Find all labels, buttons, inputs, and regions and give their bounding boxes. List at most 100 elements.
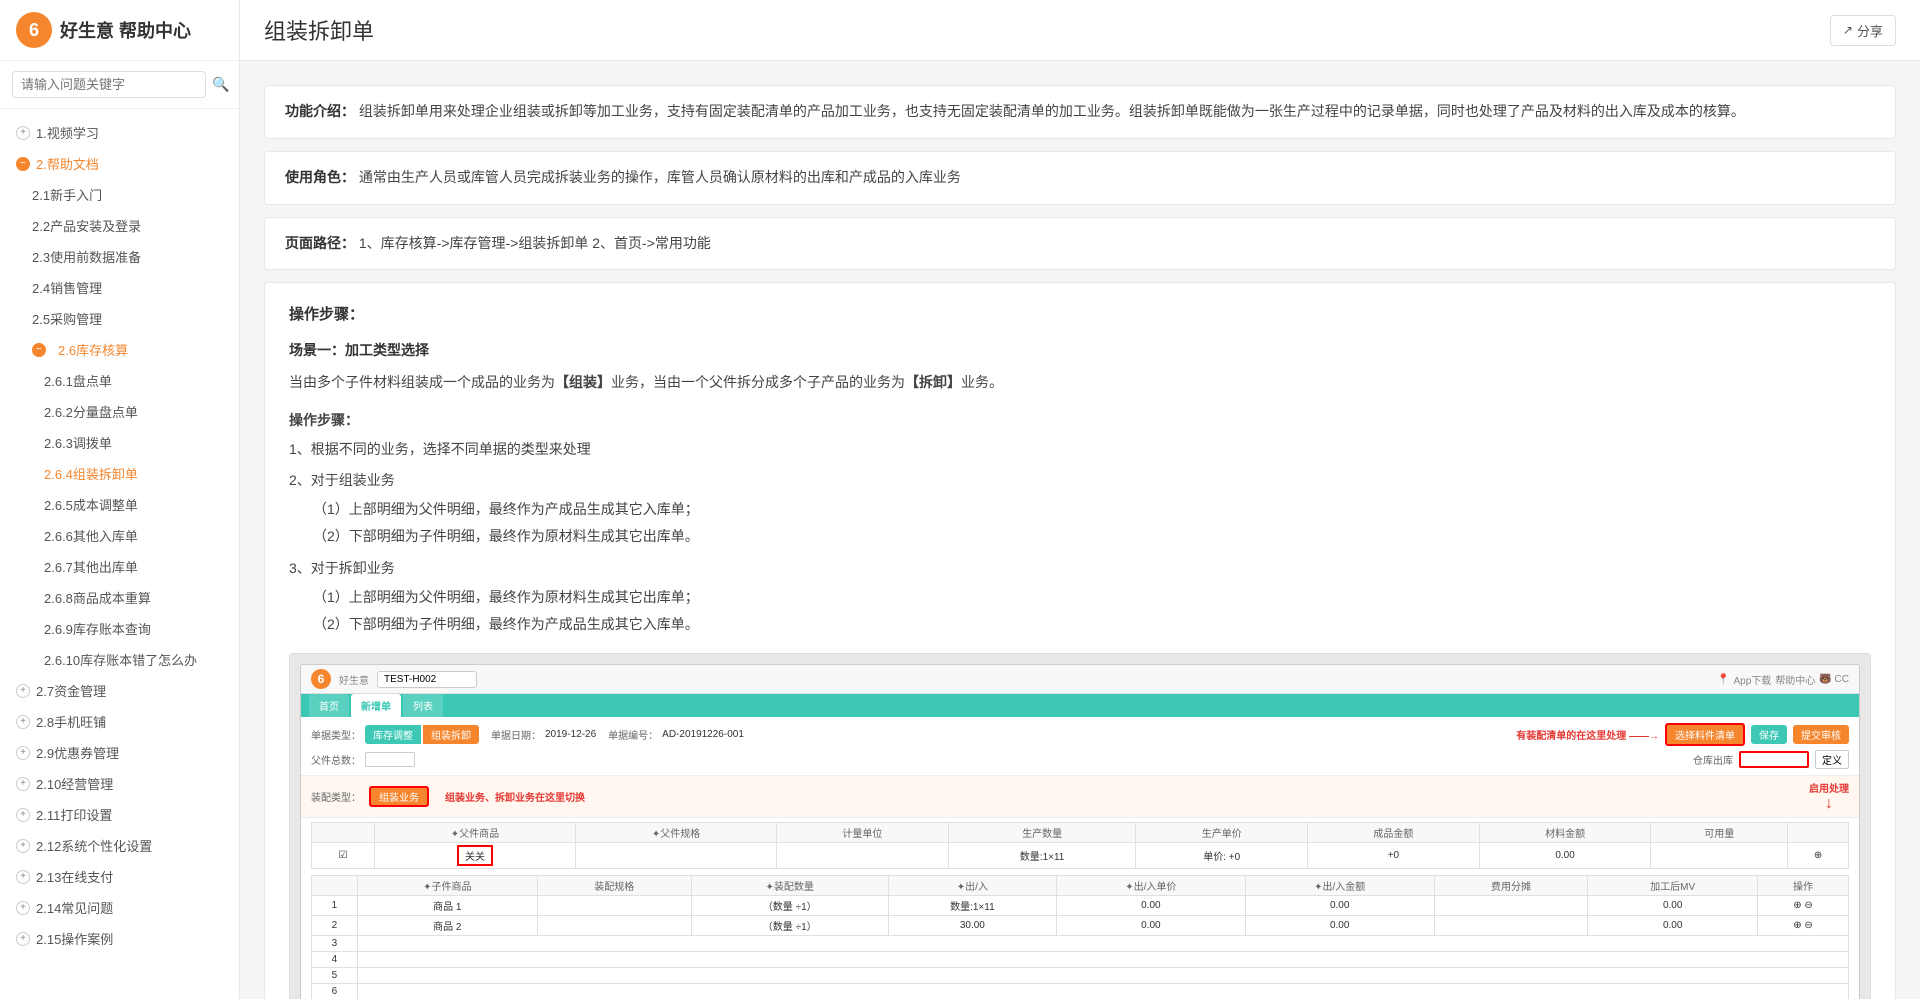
- mock-count-input[interactable]: [365, 752, 415, 767]
- sidebar-item-docs-210[interactable]: + 2.10经营管理: [0, 768, 239, 799]
- sidebar: 6 好生意 帮助中心 🔍 + 1.视频学习 − 2.帮助文档 2.1新手入门 2…: [0, 0, 240, 999]
- mock-td-avail: [1651, 843, 1788, 869]
- step3: 3、对于拆卸业务: [289, 556, 1871, 581]
- mock-form-row2: 父件总数： 仓库出库 定义: [311, 750, 1849, 769]
- step2-sub2: （2）下部明细为子件明细，最终作为原材料生成其它出库单。: [289, 524, 1871, 549]
- mock-sub-td-ops: ⊕ ⊖: [1757, 896, 1848, 916]
- mock-warehouse-input[interactable]: [1739, 751, 1809, 768]
- mock-sub2-td-2: [537, 916, 691, 936]
- sidebar-item-docs-26[interactable]: − 2.6库存核算: [0, 334, 239, 365]
- sidebar-item-docs-21[interactable]: 2.1新手入门: [0, 179, 239, 210]
- sidebar-item-docs[interactable]: − 2.帮助文档: [0, 148, 239, 179]
- mock-sub6-td-0: 6: [312, 984, 358, 999]
- search-input[interactable]: [12, 71, 206, 98]
- mock-warehouse-label: 仓库出库: [1693, 752, 1733, 767]
- table-row: 5: [312, 968, 1849, 984]
- mock-sub2-td-4: 30.00: [888, 916, 1056, 936]
- mock-appstore: App下载: [1734, 672, 1772, 687]
- mock-type-btn1[interactable]: 库存调整: [365, 725, 421, 744]
- mock-sub-th-4: ✦出/入: [888, 876, 1056, 896]
- share-button[interactable]: ↗ 分享: [1830, 15, 1896, 46]
- sidebar-item-docs-269[interactable]: 2.6.9库存账本查询: [0, 613, 239, 644]
- mock-sub-td-5: 0.00: [1056, 896, 1245, 916]
- mock-search[interactable]: [377, 671, 477, 688]
- mock-td-goods: 关关: [374, 843, 575, 869]
- mock-appname: 好生意: [339, 672, 369, 687]
- mock-sub-th-2: 装配规格: [537, 876, 691, 896]
- sidebar-item-label: 2.1新手入门: [32, 185, 102, 204]
- mock-tab-list[interactable]: 列表: [403, 694, 443, 717]
- mock-sub2-td-0: 2: [312, 916, 358, 936]
- mock-app-window: 6 好生意 📍 App下载 帮助中心 🐻 CC: [300, 664, 1860, 999]
- mock-table-head: ✦父件商品 ✦父件规格 计量单位 生产数量 生产单价 成品金额 材料金额 可用量: [312, 823, 1849, 843]
- expand-icon-docs: −: [16, 157, 30, 171]
- mock-select-btn[interactable]: 选择料件清单: [1665, 723, 1745, 746]
- sidebar-item-docs-2610[interactable]: 2.6.10库存账本错了怎么办: [0, 644, 239, 675]
- mock-sub-td-7: [1434, 896, 1588, 916]
- sidebar-item-docs-267[interactable]: 2.6.7其他出库单: [0, 551, 239, 582]
- mock-sub-td-3: （数量 ÷1）: [691, 896, 888, 916]
- sidebar-item-docs-22[interactable]: 2.2产品安装及登录: [0, 210, 239, 241]
- sidebar-item-docs-262[interactable]: 2.6.2分量盘点单: [0, 396, 239, 427]
- mock-sub2-td-5: 0.00: [1056, 916, 1245, 936]
- mock-asstype-label: 装配类型：: [311, 789, 361, 804]
- mock-form-row1: 单据类型： 库存调整 组装拆卸 单据日期： 2019-12-26: [311, 723, 1849, 746]
- mock-th-7: 材料金额: [1479, 823, 1651, 843]
- sidebar-item-docs-266[interactable]: 2.6.6其他入库单: [0, 520, 239, 551]
- role-block: 使用角色： 通常由生产人员或库管人员完成拆装业务的操作，库管人员确认原材料的出库…: [264, 151, 1896, 205]
- mock-sub2-td-1: 商品 2: [357, 916, 537, 936]
- sidebar-item-label: 2.6.8商品成本重算: [44, 588, 151, 607]
- sidebar-item-docs-25[interactable]: 2.5采购管理: [0, 303, 239, 334]
- role-text: 通常由生产人员或库管人员完成拆装业务的操作，库管人员确认原材料的出库和产成品的入…: [359, 169, 961, 185]
- mock-sub2-td-6: 0.00: [1245, 916, 1434, 936]
- share-label: 分享: [1857, 21, 1883, 40]
- sidebar-item-docs-214[interactable]: + 2.14常见问题: [0, 892, 239, 923]
- mock-annotation1-area: 有装配清单的在这里处理 ——→ 选择料件清单 保存 提交审核: [1516, 723, 1849, 746]
- sidebar-item-docs-268[interactable]: 2.6.8商品成本重算: [0, 582, 239, 613]
- sidebar-item-video[interactable]: + 1.视频学习: [0, 117, 239, 148]
- mock-table-area: ✦父件商品 ✦父件规格 计量单位 生产数量 生产单价 成品金额 材料金额 可用量: [301, 818, 1859, 869]
- mock-sub-th-3: ✦装配数量: [691, 876, 888, 896]
- sidebar-item-label: 2.13在线支付: [36, 867, 113, 886]
- table-row: 2 商品 2 （数量 ÷1） 30.00 0.00 0.00 0.00: [312, 916, 1849, 936]
- mock-th-6: 成品金额: [1308, 823, 1480, 843]
- sidebar-item-label: 2.6.3调拨单: [44, 433, 112, 452]
- mock-td-price: 单价: +0: [1136, 843, 1308, 869]
- sidebar-item-docs-211[interactable]: + 2.11打印设置: [0, 799, 239, 830]
- mock-table-body: ☑ 关关 数量:1×11 单价: +0 +0: [312, 843, 1849, 869]
- sidebar-item-docs-29[interactable]: + 2.9优惠券管理: [0, 737, 239, 768]
- mock-assembly-row: 装配类型： 组装业务 组装业务、拆卸业务在这里切换 启用处理 ↓: [301, 776, 1859, 818]
- mock-save-btn[interactable]: 保存: [1751, 725, 1787, 744]
- sidebar-item-label: 2.6.9库存账本查询: [44, 619, 151, 638]
- mock-td-unit: [777, 843, 949, 869]
- sidebar-item-docs-24[interactable]: 2.4销售管理: [0, 272, 239, 303]
- sidebar-item-docs-27[interactable]: + 2.7资金管理: [0, 675, 239, 706]
- mock-num-label: 单据编号：: [608, 727, 658, 742]
- sidebar-item-docs-213[interactable]: + 2.13在线支付: [0, 861, 239, 892]
- ops-steps-title: 操作步骤：: [289, 408, 1871, 433]
- expand-icon-215: +: [16, 932, 30, 946]
- mock-warehouse-btn[interactable]: 定义: [1815, 750, 1849, 769]
- mock-tab-active[interactable]: 新增单: [351, 694, 401, 717]
- mock-submit-btn[interactable]: 提交审核: [1793, 725, 1849, 744]
- sidebar-item-docs-261[interactable]: 2.6.1盘点单: [0, 365, 239, 396]
- sidebar-item-docs-212[interactable]: + 2.12系统个性化设置: [0, 830, 239, 861]
- sidebar-item-docs-215[interactable]: + 2.15操作案例: [0, 923, 239, 954]
- screenshot-container: 6 好生意 📍 App下载 帮助中心 🐻 CC: [289, 653, 1871, 999]
- sidebar-item-docs-23[interactable]: 2.3使用前数据准备: [0, 241, 239, 272]
- sidebar-item-docs-263[interactable]: 2.6.3调拨单: [0, 427, 239, 458]
- sidebar-item-docs-264[interactable]: 2.6.4组装拆卸单: [0, 458, 239, 489]
- mock-td-ops: ⊕: [1788, 843, 1849, 869]
- mock-sub4-td-0: 4: [312, 952, 358, 968]
- role-label: 使用角色：: [285, 169, 355, 185]
- sidebar-item-label: 2.6.5成本调整单: [44, 495, 138, 514]
- search-icon[interactable]: 🔍: [212, 76, 229, 93]
- mock-asstype-val[interactable]: 组装业务: [369, 786, 429, 807]
- mock-table-header-row: ✦父件商品 ✦父件规格 计量单位 生产数量 生产单价 成品金额 材料金额 可用量: [312, 823, 1849, 843]
- path-label: 页面路径：: [285, 235, 355, 251]
- mock-sub-td-1: 商品 1: [357, 896, 537, 916]
- sidebar-item-docs-28[interactable]: + 2.8手机旺铺: [0, 706, 239, 737]
- mock-tab-home[interactable]: 首页: [309, 694, 349, 717]
- mock-type-btn2[interactable]: 组装拆卸: [423, 725, 479, 744]
- sidebar-item-docs-265[interactable]: 2.6.5成本调整单: [0, 489, 239, 520]
